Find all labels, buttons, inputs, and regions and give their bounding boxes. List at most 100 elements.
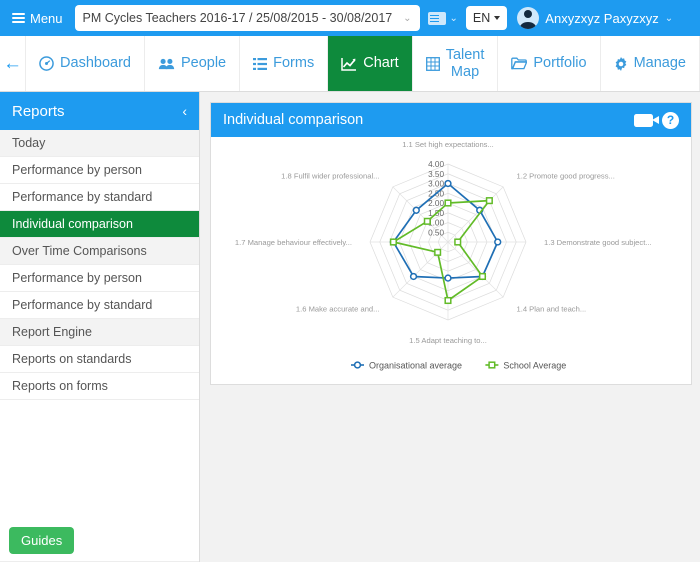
tab-label: Chart (363, 55, 399, 72)
radar-data-point[interactable] (444, 296, 452, 305)
sidebar-item-today[interactable]: Today (0, 130, 199, 157)
sidebar-item-label: Performance by person (12, 163, 142, 177)
radar-data-point[interactable] (478, 272, 487, 281)
sidebar-item-performance-by-standard-2[interactable]: Performance by standard (0, 292, 199, 319)
tab-forms[interactable]: Forms (239, 36, 327, 91)
sidebar-item-reports-on-forms[interactable]: Reports on forms (0, 373, 199, 400)
tab-label: Manage (633, 55, 686, 72)
video-icon[interactable] (634, 113, 659, 127)
radar-axis-label: 1.2 Promote good progress... (517, 172, 615, 181)
sidebar-title: Reports (12, 102, 65, 120)
card-view-button[interactable]: ⌄ (427, 11, 458, 25)
chevron-left-icon[interactable]: ‹ (182, 103, 187, 119)
sidebar-item-label: Report Engine (12, 325, 92, 339)
chart-legend-label: School Average (503, 360, 566, 370)
cycle-select-value: PM Cycles Teachers 2016-17 / 25/08/2015 … (82, 11, 393, 25)
back-button[interactable]: ← (0, 36, 25, 91)
chevron-down-icon: ⌄ (449, 12, 458, 24)
sidebar-item-label: Today (12, 136, 46, 150)
radar-chart: 1.1 Set high expectations... 1.2 Promote … (211, 137, 691, 384)
language-selector[interactable]: EN (465, 6, 508, 30)
radar-tick-label: 0.50 (428, 228, 444, 237)
sidebar-item-over-time-comparisons[interactable]: Over Time Comparisons (0, 238, 199, 265)
tab-label: People (180, 55, 227, 72)
radar-data-point[interactable] (423, 217, 431, 225)
chart-legend-item[interactable]: Organisational average (351, 360, 462, 370)
radar-tick-label: 3.00 (428, 180, 444, 189)
radar-axis-label: 1.8 Fulfil wider professional... (281, 172, 379, 181)
cycle-select[interactable]: PM Cycles Teachers 2016-17 / 25/08/2015 … (74, 5, 420, 31)
main-content: Individual comparison ? 1.1 Set high exp… (200, 92, 700, 562)
chart-card-header: Individual comparison ? (211, 103, 691, 137)
sidebar-item-label: Reports on forms (12, 379, 108, 393)
tab-manage[interactable]: Manage (599, 36, 700, 91)
chart-icon (341, 57, 357, 71)
tab-label: Forms (273, 55, 315, 72)
radar-tick-label: 3.50 (428, 170, 444, 179)
tab-chart[interactable]: Chart (327, 36, 412, 91)
radar-axis-label: 1.5 Adapt teaching to... (409, 336, 487, 345)
sidebar-item-label: Performance by standard (12, 298, 153, 312)
radar-data-point[interactable] (444, 199, 452, 207)
user-name: Anxyzxyz Paxyzxyz (545, 10, 659, 26)
sidebar-item-label: Performance by person (12, 271, 142, 285)
radar-data-point[interactable] (434, 248, 442, 256)
gear-icon (614, 56, 628, 71)
tab-people[interactable]: People (143, 36, 239, 91)
chart-legend-label: Organisational average (369, 360, 462, 370)
top-bar: Menu PM Cycles Teachers 2016-17 / 25/08/… (0, 0, 700, 36)
sidebar-item-performance-by-standard[interactable]: Performance by standard (0, 184, 199, 211)
people-icon (158, 57, 175, 71)
forms-icon (253, 57, 268, 71)
sidebar-item-label: Performance by standard (12, 190, 153, 204)
sidebar-item-individual-comparison[interactable]: Individual comparison (0, 211, 199, 238)
sidebar-item-reports-on-standards[interactable]: Reports on standards (0, 346, 199, 373)
sidebar-item-label: Over Time Comparisons (12, 244, 147, 258)
radar-data-point[interactable] (389, 238, 397, 246)
radar-axis-label: 1.6 Make accurate and... (296, 305, 380, 314)
tab-talent-map[interactable]: Talent Map (411, 36, 498, 91)
radar-data-point[interactable] (409, 272, 418, 281)
radar-tick-label: 4.00 (428, 160, 444, 169)
user-menu[interactable]: Anxyzxyz Paxyzxyz ⌄ (517, 7, 673, 29)
sidebar-item-report-engine[interactable]: Report Engine (0, 319, 199, 346)
guides-button[interactable]: Guides (9, 527, 75, 554)
radar-data-point[interactable] (454, 238, 462, 246)
chart-card-actions: ? (634, 111, 679, 129)
chevron-down-icon (494, 16, 501, 20)
reports-sidebar: Reports ‹ Today Performance by person Pe… (0, 92, 200, 562)
hamburger-icon (12, 13, 25, 23)
chart-card: Individual comparison ? 1.1 Set high exp… (210, 102, 692, 385)
tab-label: Talent Map (445, 46, 485, 80)
menu-button[interactable]: Menu (8, 9, 67, 28)
chevron-down-icon: ⌄ (664, 12, 674, 24)
talent-map-icon (425, 56, 440, 71)
sidebar-item-label: Individual comparison (12, 217, 133, 231)
tab-dashboard[interactable]: Dashboard (25, 36, 144, 91)
chart-card-title: Individual comparison (223, 112, 364, 128)
radar-data-point[interactable] (485, 197, 493, 205)
radar-data-point[interactable] (444, 274, 452, 282)
avatar-icon (517, 7, 540, 29)
radar-data-point[interactable] (494, 238, 502, 246)
chart-legend-item[interactable]: School Average (485, 360, 566, 370)
dashboard-icon (39, 56, 54, 71)
radar-data-point[interactable] (444, 179, 452, 188)
sidebar-item-performance-by-person[interactable]: Performance by person (0, 157, 199, 184)
sidebar-item-performance-by-person-2[interactable]: Performance by person (0, 265, 199, 292)
help-icon[interactable]: ? (662, 111, 679, 129)
language-value: EN (472, 11, 491, 25)
radar-axis-label: 1.7 Manage behaviour effectively... (235, 238, 352, 247)
tab-label: Portfolio (533, 55, 587, 72)
sidebar-header: Reports ‹ (0, 92, 199, 130)
card-view-icon (427, 11, 446, 25)
tab-portfolio[interactable]: Portfolio (497, 36, 599, 91)
main-navigation: ← Dashboard People Forms Chart Talent Ma… (0, 36, 700, 92)
tab-label: Dashboard (60, 55, 131, 72)
radar-axis-label: 1.1 Set high expectations... (402, 140, 494, 149)
radar-tick-label: 2.00 (428, 199, 444, 208)
sidebar-item-label: Reports on standards (12, 352, 132, 366)
portfolio-icon (511, 57, 528, 70)
radar-axis-label: 1.4 Plan and teach... (517, 305, 587, 314)
radar-data-point[interactable] (412, 206, 420, 214)
